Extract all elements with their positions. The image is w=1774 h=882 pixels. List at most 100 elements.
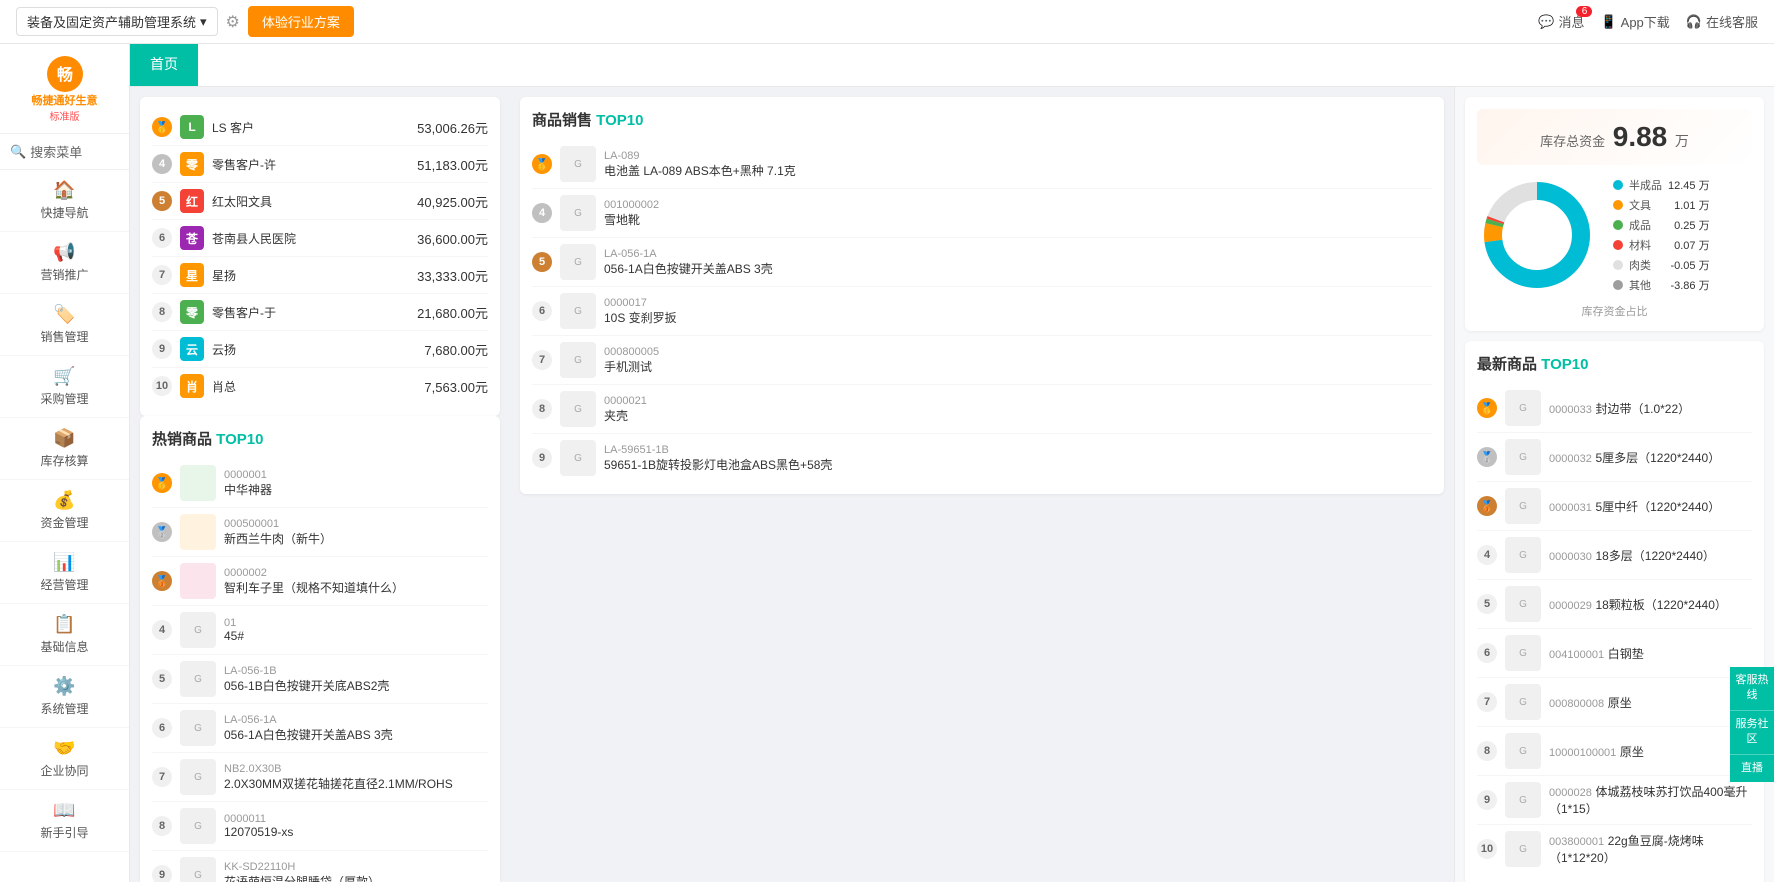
new-product-thumb: G xyxy=(1505,439,1541,475)
rank-number: 5 xyxy=(152,191,172,211)
system-selector[interactable]: 装备及固定资产辅助管理系统 ▾ xyxy=(16,7,218,36)
new-product-item: 🥇 G 0000033 封边带（1.0*22） xyxy=(1477,384,1752,433)
sidebar-item-basic-info[interactable]: 📋 基础信息 xyxy=(0,604,129,666)
product-name: 白钢垫 xyxy=(1608,647,1644,661)
online-service-button[interactable]: 🎧 在线客服 xyxy=(1686,12,1758,31)
sidebar-label-purchase: 采购管理 xyxy=(40,390,88,407)
sidebar-item-operations[interactable]: 📊 经营管理 xyxy=(0,542,129,604)
customer-value: 51,183.00元 xyxy=(417,155,488,174)
trial-button[interactable]: 体验行业方案 xyxy=(248,6,354,37)
app-download-label: App下载 xyxy=(1621,12,1670,31)
customer-avatar: 红 xyxy=(180,189,204,213)
customer-value: 7,563.00元 xyxy=(424,377,488,396)
rank-number: 5 xyxy=(532,252,552,272)
new-product-thumb: G xyxy=(1505,684,1541,720)
new-product-item: 9 G 0000028 体城荔枝味苏打饮品400毫升（1*15） xyxy=(1477,776,1752,825)
goods-info: 0000017 10S 变刹罗扳 xyxy=(604,297,1432,326)
sidebar-item-inventory[interactable]: 📦 库存核算 xyxy=(0,418,129,480)
legend-item-stationery: 文具 1.01 万 xyxy=(1613,197,1710,213)
main-layout: 畅 畅捷通好生意 标准版 🔍 搜索菜单 🏠 快捷导航 📢 营销推广 🏷️ 销售管… xyxy=(0,44,1774,882)
rank-number: 7 xyxy=(152,767,172,787)
product-name: 智利车子里（规格不知道填什么） xyxy=(224,579,488,596)
rank-number: 4 xyxy=(152,620,172,640)
legend-dot-meat xyxy=(1613,260,1623,270)
new-product-item: 6 G 004100001 白钢垫 xyxy=(1477,629,1752,678)
rank-item: 🥇 L LS 客户 53,006.26元 xyxy=(152,109,488,146)
product-info: 000500001 新西兰牛肉（新牛） xyxy=(224,518,488,547)
sidebar-item-guide[interactable]: 📖 新手引导 xyxy=(0,790,129,852)
goods-code: 000800005 xyxy=(604,346,1432,358)
live-button[interactable]: 直播 xyxy=(1730,755,1774,782)
app-download-button[interactable]: 📱 App下载 xyxy=(1600,12,1669,31)
new-product-info: 10000100001 原坐 xyxy=(1549,743,1752,760)
sidebar-item-marketing[interactable]: 📢 营销推广 xyxy=(0,232,129,294)
messages-badge: 6 xyxy=(1576,6,1592,17)
service-community-button[interactable]: 服务社区 xyxy=(1730,711,1774,755)
messages-button[interactable]: 💬 消息 6 xyxy=(1538,12,1584,31)
rank-number: 🥈 xyxy=(1477,447,1497,467)
sidebar-item-purchase[interactable]: 🛒 采购管理 xyxy=(0,356,129,418)
rank-number: 6 xyxy=(152,228,172,248)
customer-service-button[interactable]: 客服热线 xyxy=(1730,667,1774,711)
left-panel: 🥇 L LS 客户 53,006.26元 4 零 零售客户-许 51,183.0… xyxy=(130,87,510,882)
sales-icon: 🏷️ xyxy=(53,304,75,325)
rank-number: 10 xyxy=(152,376,172,396)
product-info: KK-SD22110H 花语萌恒温分腿睡袋（厚款） xyxy=(224,861,488,882)
customer-name: LS 客户 xyxy=(212,119,409,136)
sidebar-item-system[interactable]: ⚙️ 系统管理 xyxy=(0,666,129,728)
sidebar-label-sales: 销售管理 xyxy=(40,328,88,345)
rank-number: 5 xyxy=(1477,594,1497,614)
goods-thumbnail: G xyxy=(560,146,596,182)
product-name: 5厘中纤（1220*2440） xyxy=(1595,500,1720,514)
rank-item: 6 苍 苍南县人民医院 36,600.00元 xyxy=(152,220,488,257)
inventory-legend: 半成品 12.45 万 文具 1.01 万 成品 0 xyxy=(1613,177,1710,293)
rank-number: 🥉 xyxy=(152,571,172,591)
new-product-item: 🥈 G 0000032 5厘多层（1220*2440） xyxy=(1477,433,1752,482)
legend-label-other: 其他 xyxy=(1629,277,1664,293)
new-product-item: 10 G 003800001 22g鱼豆腐-烧烤味（1*12*20） xyxy=(1477,825,1752,873)
rank-item: 5 红 红太阳文具 40,925.00元 xyxy=(152,183,488,220)
sidebar-label-operations: 经营管理 xyxy=(40,576,88,593)
goods-code: 0000021 xyxy=(604,395,1432,407)
legend-item-other: 其他 -3.86 万 xyxy=(1613,277,1710,293)
goods-code: 001000002 xyxy=(604,199,1432,211)
top-bar-left: 装备及固定资产辅助管理系统 ▾ ⚙ 体验行业方案 xyxy=(16,6,354,37)
donut-chart-svg xyxy=(1477,175,1597,295)
sidebar-item-collab[interactable]: 🤝 企业协同 xyxy=(0,728,129,790)
legend-value-meat: -0.05 万 xyxy=(1670,257,1709,273)
goods-thumbnail: G xyxy=(560,244,596,280)
inventory-total: 库存总资金 9.88 万 xyxy=(1477,109,1752,165)
product-thumbnail xyxy=(180,465,216,501)
customer-avatar: 云 xyxy=(180,337,204,361)
goods-name: 056-1A白色按键开关盖ABS 3壳 xyxy=(604,260,1432,277)
sidebar-label-guide: 新手引导 xyxy=(40,824,88,841)
new-product-item: 🥉 G 0000031 5厘中纤（1220*2440） xyxy=(1477,482,1752,531)
tab-home[interactable]: 首页 xyxy=(130,44,198,86)
legend-label-meat: 肉类 xyxy=(1629,257,1664,273)
customer-avatar: 零 xyxy=(180,300,204,324)
customer-value: 7,680.00元 xyxy=(424,340,488,359)
sidebar-item-quick-nav[interactable]: 🏠 快捷导航 xyxy=(0,170,129,232)
goods-rank-item: 6 G 0000017 10S 变刹罗扳 xyxy=(532,287,1432,336)
search-menu-button[interactable]: 🔍 搜索菜单 xyxy=(0,134,129,170)
legend-dot-semi xyxy=(1613,180,1623,190)
rank-item: 4 零 零售客户-许 51,183.00元 xyxy=(152,146,488,183)
product-thumbnail: G xyxy=(180,661,216,697)
goods-thumbnail: G xyxy=(560,440,596,476)
home-icon: 🏠 xyxy=(53,180,75,201)
customer-name: 肖总 xyxy=(212,378,416,395)
rank-number: 🥇 xyxy=(532,154,552,174)
rank-number: 9 xyxy=(152,865,172,882)
rank-number: 7 xyxy=(532,350,552,370)
goods-info: LA-089 电池盖 LA-089 ABS本色+黑种 7.1克 xyxy=(604,150,1432,179)
goods-name: 59651-1B旋转投影灯电池盒ABS黑色+58壳 xyxy=(604,456,1432,473)
rank-item: 8 零 零售客户-于 21,680.00元 xyxy=(152,294,488,331)
sidebar-label-system: 系统管理 xyxy=(40,700,88,717)
goods-code: LA-089 xyxy=(604,150,1432,162)
sidebar-item-sales[interactable]: 🏷️ 销售管理 xyxy=(0,294,129,356)
sidebar-label-quick-nav: 快捷导航 xyxy=(40,204,88,221)
customer-avatar: L xyxy=(180,115,204,139)
gear-icon[interactable]: ⚙ xyxy=(226,12,240,32)
sidebar-item-finance[interactable]: 💰 资金管理 xyxy=(0,480,129,542)
hot-products-card: 热销商品 TOP10 🥇 0000001 中华神器 🥈 000500 xyxy=(140,416,500,882)
